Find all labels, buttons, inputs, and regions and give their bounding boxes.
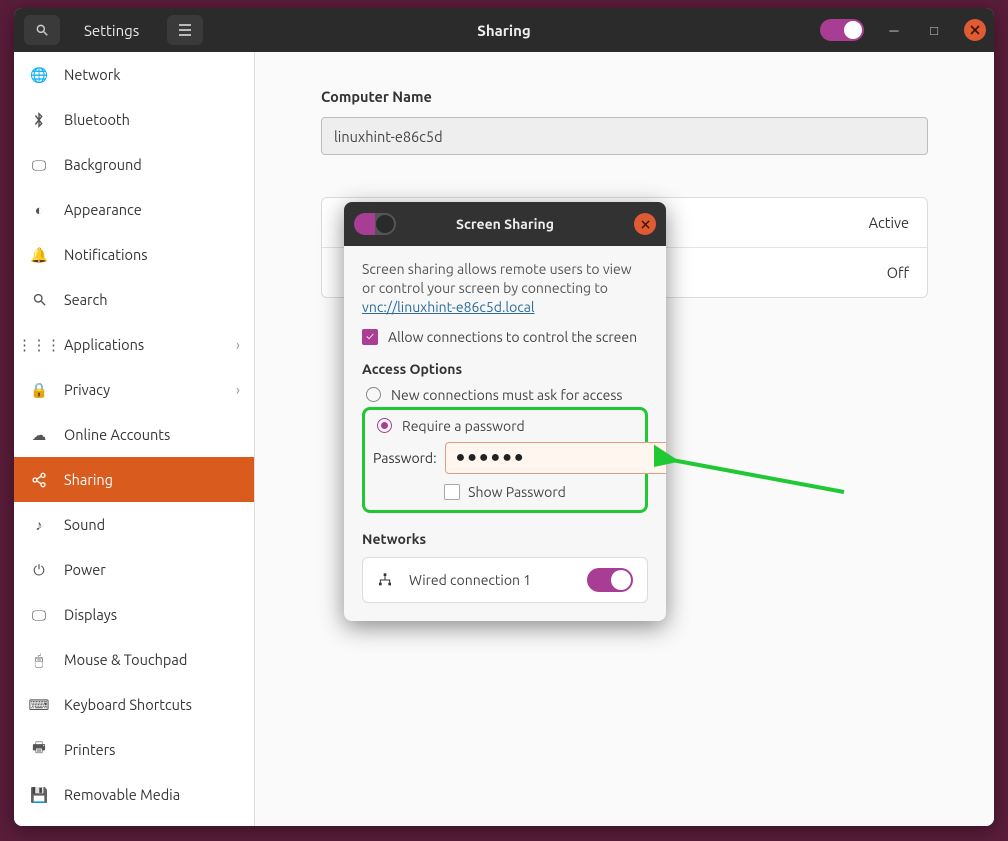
dialog-title: Screen Sharing: [456, 216, 554, 232]
cloud-icon: ☁: [28, 426, 50, 444]
share-icon: [28, 472, 50, 488]
power-icon: ⏻: [28, 561, 50, 579]
password-highlight-box: Require a password Password: Show Passwo…: [362, 407, 648, 513]
sidebar-item-removable[interactable]: 💾Removable Media: [14, 772, 254, 817]
app-title: Settings: [84, 22, 139, 39]
bell-icon: 🔔: [28, 246, 50, 264]
require-password-label: Require a password: [402, 418, 525, 434]
status-badge: Off: [887, 264, 909, 281]
printer-icon: 🖶: [28, 737, 50, 762]
sidebar-item-search[interactable]: Search: [14, 277, 254, 322]
screen-sharing-toggle[interactable]: [354, 213, 396, 235]
search-icon: [28, 292, 50, 307]
allow-control-label: Allow connections to control the screen: [388, 329, 637, 345]
monitor-icon: 🖵: [28, 156, 50, 174]
close-button[interactable]: [964, 19, 986, 41]
sidebar-item-sharing[interactable]: Sharing: [14, 457, 254, 502]
dialog-description: Screen sharing allows remote users to vi…: [362, 260, 648, 317]
sidebar-item-sound[interactable]: ♪Sound: [14, 502, 254, 547]
show-password-label: Show Password: [468, 484, 566, 500]
ask-access-radio[interactable]: [366, 387, 381, 402]
sidebar-item-displays[interactable]: 🖵Displays: [14, 592, 254, 637]
displays-icon: 🖵: [28, 606, 50, 624]
sidebar-item-mouse[interactable]: 🖱Mouse & Touchpad: [14, 637, 254, 682]
password-input[interactable]: [445, 442, 666, 474]
ask-access-label: New connections must ask for access: [391, 387, 623, 403]
globe-icon: 🌐: [28, 66, 50, 84]
maximize-button[interactable]: □: [924, 20, 944, 40]
appearance-icon: ◐: [28, 201, 50, 219]
dialog-header: Screen Sharing: [344, 202, 666, 246]
sidebar-item-network[interactable]: 🌐Network: [14, 52, 254, 97]
menu-button[interactable]: [167, 15, 203, 45]
sharing-master-toggle[interactable]: [820, 19, 864, 41]
mouse-icon: 🖱: [28, 651, 50, 669]
music-icon: ♪: [28, 516, 50, 534]
network-row: Wired connection 1: [362, 557, 648, 603]
chevron-right-icon: ›: [236, 381, 240, 398]
bluetooth-icon: [28, 111, 50, 129]
sidebar-item-notifications[interactable]: 🔔Notifications: [14, 232, 254, 277]
sidebar-item-online-accounts[interactable]: ☁Online Accounts: [14, 412, 254, 457]
vnc-link[interactable]: vnc://linuxhint-e86c5d.local: [362, 299, 535, 315]
network-name: Wired connection 1: [409, 572, 531, 588]
keyboard-icon: ⌨: [28, 696, 50, 714]
sidebar-item-bluetooth[interactable]: Bluetooth: [14, 97, 254, 142]
sidebar-item-privacy[interactable]: 🔒Privacy›: [14, 367, 254, 412]
sidebar-item-keyboard[interactable]: ⌨Keyboard Shortcuts: [14, 682, 254, 727]
search-button[interactable]: [24, 15, 60, 45]
chevron-right-icon: ›: [236, 336, 240, 353]
sidebar-item-power[interactable]: ⏻Power: [14, 547, 254, 592]
network-toggle[interactable]: [587, 568, 633, 592]
sidebar-item-background[interactable]: 🖵Background: [14, 142, 254, 187]
lock-icon: 🔒: [28, 381, 50, 399]
require-password-radio[interactable]: [377, 418, 392, 433]
sidebar-item-appearance[interactable]: ◐Appearance: [14, 187, 254, 232]
password-label: Password:: [373, 450, 437, 466]
status-badge: Active: [869, 214, 909, 231]
screen-sharing-dialog: Screen Sharing Screen sharing allows rem…: [344, 202, 666, 621]
titlebar: Settings Sharing ─ □: [14, 8, 994, 52]
sidebar-item-printers[interactable]: 🖶Printers: [14, 727, 254, 772]
page-title: Sharing: [477, 22, 530, 39]
apps-icon: ⋮⋮⋮: [28, 336, 50, 354]
sidebar: 🌐Network Bluetooth 🖵Background ◐Appearan…: [14, 52, 255, 826]
wired-network-icon: [377, 572, 399, 588]
sidebar-item-applications[interactable]: ⋮⋮⋮Applications›: [14, 322, 254, 367]
disk-icon: 💾: [28, 786, 50, 804]
allow-control-checkbox[interactable]: ✓: [362, 329, 378, 345]
computer-name-label: Computer Name: [321, 88, 928, 105]
networks-heading: Networks: [362, 531, 648, 547]
show-password-checkbox[interactable]: [444, 484, 460, 500]
dialog-close-button[interactable]: [634, 213, 656, 235]
computer-name-field[interactable]: linuxhint-e86c5d: [321, 117, 928, 155]
minimize-button[interactable]: ─: [884, 20, 904, 40]
access-options-heading: Access Options: [362, 361, 648, 377]
